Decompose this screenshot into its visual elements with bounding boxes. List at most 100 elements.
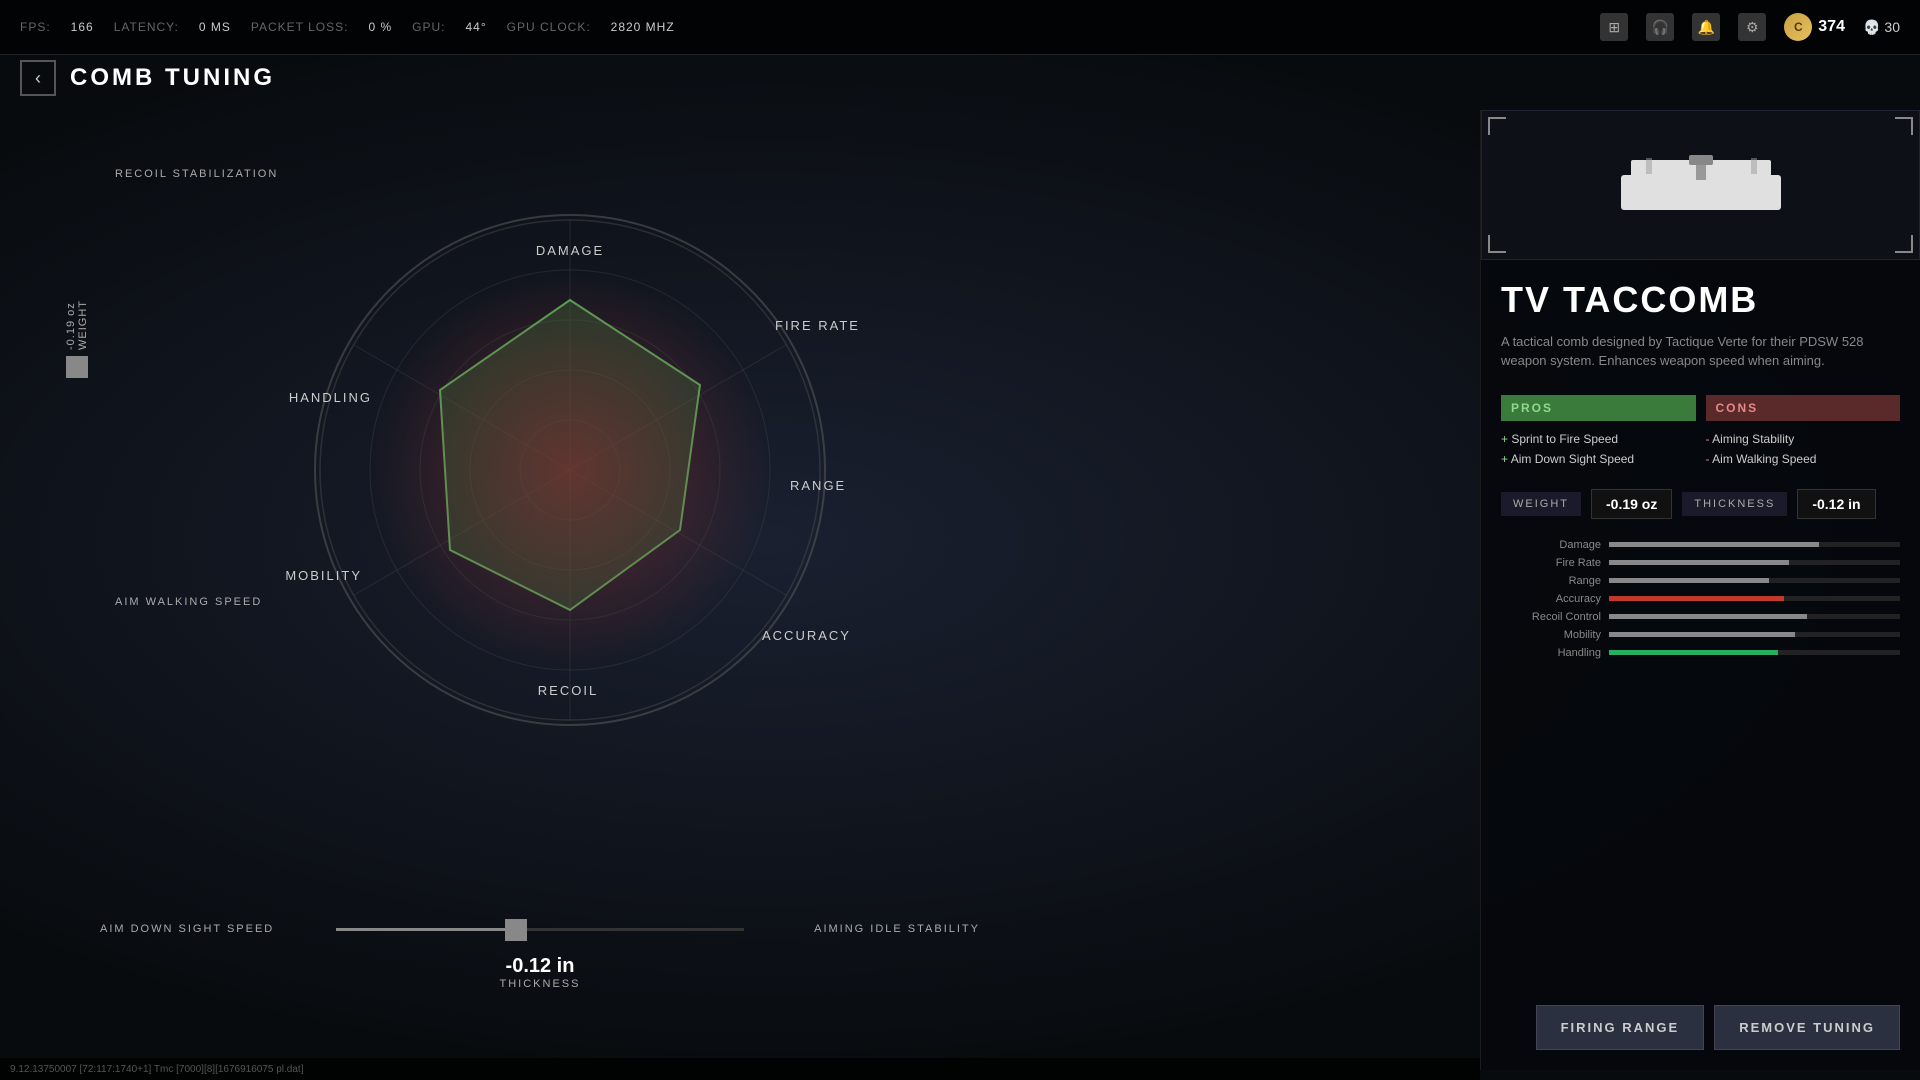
skull-icon: 💀 bbox=[1863, 19, 1880, 36]
corner-bracket-br bbox=[1895, 235, 1913, 253]
pros-box: PROS Sprint to Fire Speed Aim Down Sight… bbox=[1501, 395, 1696, 469]
attachment-image-area bbox=[1481, 110, 1920, 260]
radar-label-damage: DAMAGE bbox=[536, 243, 604, 258]
cons-item-2: Aim Walking Speed bbox=[1706, 449, 1901, 469]
aim-down-sight-label: AIM DOWN SIGHT SPEED bbox=[100, 923, 320, 935]
radar-label-range: RANGE bbox=[790, 478, 846, 493]
stat-label-recoil: Recoil Control bbox=[1501, 611, 1601, 623]
bell-icon[interactable]: 🔔 bbox=[1692, 13, 1720, 41]
weight-thickness-row: WEIGHT -0.19 oz THICKNESS -0.12 in bbox=[1501, 489, 1900, 519]
cons-item-1: Aiming Stability bbox=[1706, 429, 1901, 449]
pros-header: PROS bbox=[1501, 395, 1696, 421]
weight-label: WEIGHT bbox=[1501, 492, 1581, 516]
grid-icon[interactable]: ⊞ bbox=[1600, 13, 1628, 41]
aim-down-sight-row: AIM DOWN SIGHT SPEED AIMING IDLE STABILI… bbox=[100, 923, 980, 935]
radar-chart-container: DAMAGE FIRE RATE RANGE ACCURACY RECOIL M… bbox=[80, 100, 980, 750]
stat-bar-range: Range bbox=[1501, 575, 1900, 587]
thickness-label: THICKNESS bbox=[1682, 492, 1787, 516]
gpu-label: GPU: bbox=[412, 20, 445, 34]
latency-value: 0 MS bbox=[199, 20, 231, 34]
stat-track-accuracy bbox=[1609, 596, 1900, 601]
currency-icon: C bbox=[1784, 13, 1812, 41]
pros-cons-container: PROS Sprint to Fire Speed Aim Down Sight… bbox=[1501, 395, 1900, 469]
aiming-idle-label: AIMING IDLE STABILITY bbox=[760, 923, 980, 935]
aim-down-sight-thumb[interactable] bbox=[505, 919, 527, 941]
debug-bar: 9.12.13750007 [72:117:1740+1] Tmc [7000]… bbox=[0, 1058, 1480, 1080]
pros-item-2: Aim Down Sight Speed bbox=[1501, 449, 1696, 469]
currency-value: 374 bbox=[1818, 18, 1845, 36]
headphones-icon[interactable]: 🎧 bbox=[1646, 13, 1674, 41]
stat-label-fire-rate: Fire Rate bbox=[1501, 557, 1601, 569]
fps-value: 166 bbox=[71, 20, 94, 34]
remove-tuning-button[interactable]: REMOVE TUNING bbox=[1714, 1005, 1900, 1050]
stat-fill-recoil bbox=[1609, 614, 1807, 619]
radar-label-accuracy: ACCURACY bbox=[762, 628, 851, 643]
skulls-display: 💀 30 bbox=[1863, 19, 1900, 36]
firing-range-button[interactable]: FIRING RANGE bbox=[1536, 1005, 1705, 1050]
page-title: COMB TUNING bbox=[70, 64, 275, 92]
gpu-clock-label: GPU CLOCK: bbox=[507, 20, 591, 34]
back-button[interactable]: ‹ bbox=[20, 60, 56, 96]
top-bar-right: ⊞ 🎧 🔔 ⚙ C 374 💀 30 bbox=[1600, 13, 1900, 41]
thickness-val: -0.12 in bbox=[1797, 489, 1875, 519]
stat-fill-handling bbox=[1609, 650, 1778, 655]
cons-box: CONS Aiming Stability Aim Walking Speed bbox=[1706, 395, 1901, 469]
corner-bracket-bl bbox=[1488, 235, 1506, 253]
radar-glow bbox=[370, 270, 770, 670]
weight-slider-thumb[interactable] bbox=[66, 356, 88, 378]
stat-bar-recoil: Recoil Control bbox=[1501, 611, 1900, 623]
corner-bracket-tr bbox=[1895, 117, 1913, 135]
thickness-value: -0.12 in bbox=[100, 955, 980, 978]
stat-track-mobility bbox=[1609, 632, 1900, 637]
stat-fill-range bbox=[1609, 578, 1769, 583]
system-stats: FPS: 166 LATENCY: 0 MS PACKET LOSS: 0 % … bbox=[20, 20, 675, 34]
stat-track-damage bbox=[1609, 542, 1900, 547]
stat-bars: Damage Fire Rate Range Accuracy bbox=[1501, 539, 1900, 659]
stat-label-damage: Damage bbox=[1501, 539, 1601, 551]
attachment-desc: A tactical comb designed by Tactique Ver… bbox=[1501, 332, 1900, 371]
page-header: ‹ COMB TUNING bbox=[20, 60, 275, 96]
bottom-sliders: AIM DOWN SIGHT SPEED AIMING IDLE STABILI… bbox=[100, 923, 980, 990]
attachment-svg bbox=[1611, 150, 1791, 220]
radar-label-fire-rate: FIRE RATE bbox=[775, 318, 860, 333]
gpu-value: 44° bbox=[465, 20, 486, 34]
settings-icon[interactable]: ⚙ bbox=[1738, 13, 1766, 41]
stat-fill-fire-rate bbox=[1609, 560, 1789, 565]
thickness-display: -0.12 in THICKNESS bbox=[100, 955, 980, 990]
stat-bar-handling: Handling bbox=[1501, 647, 1900, 659]
fps-label: FPS: bbox=[20, 20, 51, 34]
gpu-clock-value: 2820 MHZ bbox=[611, 20, 675, 34]
currency-display: C 374 bbox=[1784, 13, 1845, 41]
stat-bar-accuracy: Accuracy bbox=[1501, 593, 1900, 605]
skulls-value: 30 bbox=[1884, 19, 1900, 35]
stat-label-handling: Handling bbox=[1501, 647, 1601, 659]
weight-value: -0.19 oz WEIGHT bbox=[65, 300, 89, 350]
stat-track-handling bbox=[1609, 650, 1900, 655]
debug-text: 9.12.13750007 [72:117:1740+1] Tmc [7000]… bbox=[10, 1064, 304, 1075]
stat-track-range bbox=[1609, 578, 1900, 583]
radar-label-handling: HANDLING bbox=[289, 390, 372, 405]
stat-label-mobility: Mobility bbox=[1501, 629, 1601, 641]
latency-label: LATENCY: bbox=[114, 20, 179, 34]
radar-label-recoil: RECOIL bbox=[538, 683, 598, 698]
cons-header: CONS bbox=[1706, 395, 1901, 421]
attachment-name: TV TACCOMB bbox=[1501, 280, 1900, 320]
radar-chart: DAMAGE FIRE RATE RANGE ACCURACY RECOIL M… bbox=[80, 100, 980, 740]
right-panel: TV TACCOMB A tactical comb designed by T… bbox=[1480, 110, 1920, 1070]
thickness-unit-label: THICKNESS bbox=[100, 978, 980, 990]
aim-down-sight-track[interactable] bbox=[336, 928, 744, 931]
stat-fill-mobility bbox=[1609, 632, 1795, 637]
stat-bar-fire-rate: Fire Rate bbox=[1501, 557, 1900, 569]
stat-bar-mobility: Mobility bbox=[1501, 629, 1900, 641]
bottom-buttons: FIRING RANGE REMOVE TUNING bbox=[1536, 1005, 1900, 1050]
panel-content: TV TACCOMB A tactical comb designed by T… bbox=[1481, 280, 1920, 659]
stat-track-fire-rate bbox=[1609, 560, 1900, 565]
corner-bracket-tl bbox=[1488, 117, 1506, 135]
pros-item-1: Sprint to Fire Speed bbox=[1501, 429, 1696, 449]
stat-fill-accuracy bbox=[1609, 596, 1784, 601]
weight-slider[interactable]: -0.19 oz WEIGHT bbox=[65, 300, 89, 378]
stat-bar-damage: Damage bbox=[1501, 539, 1900, 551]
weight-val: -0.19 oz bbox=[1591, 489, 1672, 519]
stat-label-accuracy: Accuracy bbox=[1501, 593, 1601, 605]
radar-label-mobility: MOBILITY bbox=[285, 568, 362, 583]
